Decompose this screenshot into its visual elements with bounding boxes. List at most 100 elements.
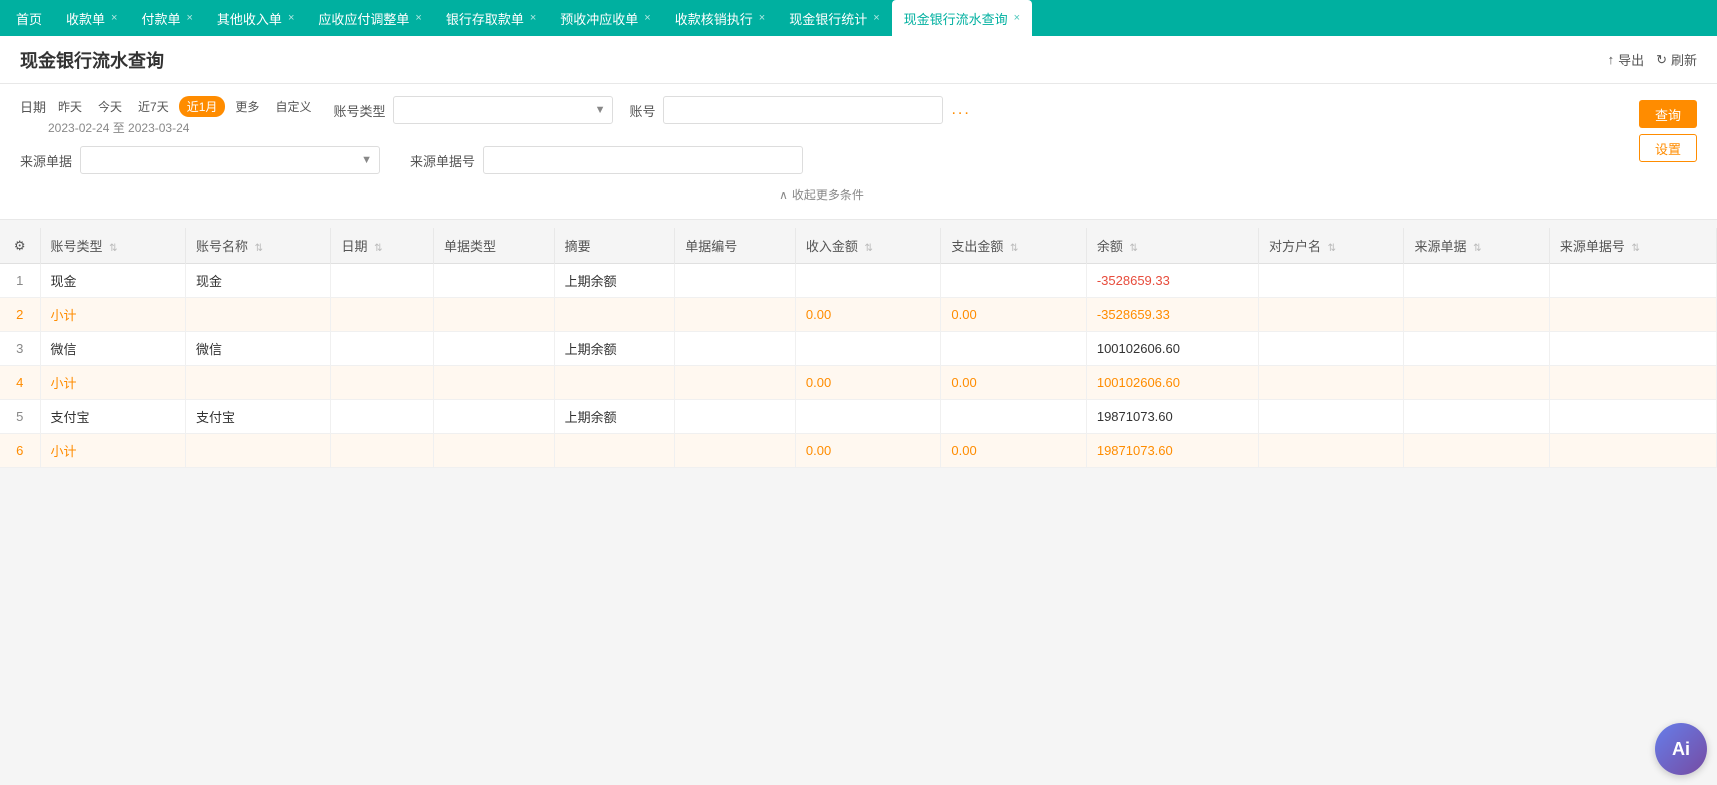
col-source-doc-label: 来源单据 bbox=[1414, 239, 1466, 254]
cell-summary: 上期余额 bbox=[554, 332, 675, 366]
close-adjustment-tab[interactable]: × bbox=[415, 12, 421, 24]
sort-account-type[interactable]: ⇅ bbox=[109, 243, 117, 254]
cell-balance: 19871073.60 bbox=[1086, 400, 1258, 434]
cell-income bbox=[795, 264, 940, 298]
date-shortcuts: 昨天 今天 近7天 近1月 更多 自定义 bbox=[52, 96, 317, 117]
source-doc-select[interactable] bbox=[80, 146, 380, 174]
filter-area: 日期 昨天 今天 近7天 近1月 更多 自定义 2023-02-24 至 202… bbox=[0, 84, 1717, 220]
cell-account-type: 小计 bbox=[40, 434, 185, 468]
cell-source-doc-no bbox=[1549, 366, 1716, 400]
cell-doc-no bbox=[675, 264, 796, 298]
cell-date bbox=[331, 400, 434, 434]
cell-doc-type bbox=[433, 434, 554, 468]
sort-source-doc[interactable]: ⇅ bbox=[1473, 243, 1481, 254]
col-doc-type: 单据类型 bbox=[433, 228, 554, 264]
table-row[interactable]: 5 支付宝 支付宝 上期余额 19871073.60 bbox=[0, 400, 1717, 434]
col-account-name: 账号名称 ⇅ bbox=[185, 228, 330, 264]
cell-counterpart bbox=[1258, 264, 1403, 298]
cell-source-doc bbox=[1404, 400, 1549, 434]
nav-item-cash-flow[interactable]: 现金银行流水查询 × bbox=[892, 0, 1032, 36]
cell-expense bbox=[941, 400, 1086, 434]
close-collection-tab[interactable]: × bbox=[759, 12, 765, 24]
close-receipt-tab[interactable]: × bbox=[111, 12, 117, 24]
sort-income[interactable]: ⇅ bbox=[865, 243, 873, 254]
close-prepayment-tab[interactable]: × bbox=[644, 12, 650, 24]
account-more-dots[interactable]: ... bbox=[951, 101, 970, 119]
close-payment-tab[interactable]: × bbox=[186, 12, 192, 24]
date-btn-today[interactable]: 今天 bbox=[92, 96, 128, 117]
table-row[interactable]: 2 小计 0.00 0.00 -3528659.33 bbox=[0, 298, 1717, 332]
sort-source-doc-no[interactable]: ⇅ bbox=[1632, 243, 1640, 254]
close-other-income-tab[interactable]: × bbox=[288, 12, 294, 24]
settings-button[interactable]: 设置 bbox=[1639, 134, 1697, 162]
close-bank-deposit-tab[interactable]: × bbox=[530, 12, 536, 24]
close-cash-stat-tab[interactable]: × bbox=[873, 12, 879, 24]
source-doc-no-label: 来源单据号 bbox=[410, 151, 475, 170]
row-num: 4 bbox=[0, 366, 40, 400]
nav-item-receipt[interactable]: 收款单 × bbox=[54, 0, 129, 36]
cell-account-name bbox=[185, 298, 330, 332]
sort-expense[interactable]: ⇅ bbox=[1010, 243, 1018, 254]
col-doc-no-label: 单据编号 bbox=[685, 239, 737, 254]
nav-item-prepayment[interactable]: 预收冲应收单 × bbox=[548, 0, 662, 36]
cell-account-name bbox=[185, 434, 330, 468]
date-btn-1month[interactable]: 近1月 bbox=[179, 96, 226, 117]
nav-item-payment[interactable]: 付款单 × bbox=[129, 0, 204, 36]
cell-account-name: 支付宝 bbox=[185, 400, 330, 434]
nav-item-other-income[interactable]: 其他收入单 × bbox=[205, 0, 306, 36]
collapse-bar[interactable]: ∧ 收起更多条件 bbox=[20, 182, 1623, 207]
nav-item-cash-stat[interactable]: 现金银行统计 × bbox=[777, 0, 891, 36]
date-btn-7days[interactable]: 近7天 bbox=[132, 96, 175, 117]
refresh-button[interactable]: ↻ 刷新 bbox=[1656, 50, 1697, 69]
nav-item-collection[interactable]: 收款核销执行 × bbox=[663, 0, 777, 36]
sort-account-name[interactable]: ⇅ bbox=[255, 243, 263, 254]
cell-date bbox=[331, 434, 434, 468]
col-balance-label: 余额 bbox=[1097, 239, 1123, 254]
table-row[interactable]: 1 现金 现金 上期余额 -3528659.33 bbox=[0, 264, 1717, 298]
cell-account-type: 支付宝 bbox=[40, 400, 185, 434]
top-nav: 首页 收款单 × 付款单 × 其他收入单 × 应收应付调整单 × 银行存取款单 … bbox=[0, 0, 1717, 36]
account-type-select[interactable] bbox=[393, 96, 613, 124]
account-input[interactable] bbox=[663, 96, 943, 124]
table-container: ⚙ 账号类型 ⇅ 账号名称 ⇅ 日期 ⇅ 单据类型 摘要 bbox=[0, 228, 1717, 468]
ai-badge[interactable]: Ai bbox=[1655, 723, 1707, 775]
sort-counterpart[interactable]: ⇅ bbox=[1328, 243, 1336, 254]
cell-source-doc bbox=[1404, 298, 1549, 332]
query-button[interactable]: 查询 bbox=[1639, 100, 1697, 128]
row-num: 3 bbox=[0, 332, 40, 366]
cell-account-name bbox=[185, 366, 330, 400]
nav-item-home[interactable]: 首页 bbox=[4, 0, 54, 36]
date-btn-custom[interactable]: 自定义 bbox=[269, 96, 317, 117]
account-filter-group: 账号 ... bbox=[629, 96, 970, 124]
cell-counterpart bbox=[1258, 366, 1403, 400]
cell-income: 0.00 bbox=[795, 366, 940, 400]
col-doc-no: 单据编号 bbox=[675, 228, 796, 264]
table-row[interactable]: 4 小计 0.00 0.00 100102606.60 bbox=[0, 366, 1717, 400]
source-doc-no-input[interactable] bbox=[483, 146, 803, 174]
cell-summary bbox=[554, 434, 675, 468]
cell-source-doc-no bbox=[1549, 332, 1716, 366]
cell-doc-type bbox=[433, 264, 554, 298]
cell-counterpart bbox=[1258, 298, 1403, 332]
cell-account-name: 现金 bbox=[185, 264, 330, 298]
filter-action-buttons: 查询 设置 bbox=[1639, 96, 1697, 162]
col-settings[interactable]: ⚙ bbox=[0, 228, 40, 264]
nav-item-bank-deposit[interactable]: 银行存取款单 × bbox=[434, 0, 548, 36]
sort-balance[interactable]: ⇅ bbox=[1129, 243, 1137, 254]
nav-item-adjustment[interactable]: 应收应付调整单 × bbox=[306, 0, 433, 36]
date-btn-more[interactable]: 更多 bbox=[229, 96, 265, 117]
export-button[interactable]: ↑ 导出 bbox=[1608, 50, 1645, 69]
cell-income: 0.00 bbox=[795, 298, 940, 332]
date-filter-group: 日期 昨天 今天 近7天 近1月 更多 自定义 2023-02-24 至 202… bbox=[20, 96, 317, 136]
collapse-icon: ∧ bbox=[779, 188, 788, 202]
cell-doc-type bbox=[433, 298, 554, 332]
cell-date bbox=[331, 332, 434, 366]
date-btn-yesterday[interactable]: 昨天 bbox=[52, 96, 88, 117]
table-row[interactable]: 3 微信 微信 上期余额 100102606.60 bbox=[0, 332, 1717, 366]
cell-doc-no bbox=[675, 332, 796, 366]
sort-date[interactable]: ⇅ bbox=[374, 243, 382, 254]
cell-source-doc bbox=[1404, 434, 1549, 468]
table-row[interactable]: 6 小计 0.00 0.00 19871073.60 bbox=[0, 434, 1717, 468]
close-cash-flow-tab[interactable]: × bbox=[1014, 12, 1020, 24]
cell-income bbox=[795, 400, 940, 434]
